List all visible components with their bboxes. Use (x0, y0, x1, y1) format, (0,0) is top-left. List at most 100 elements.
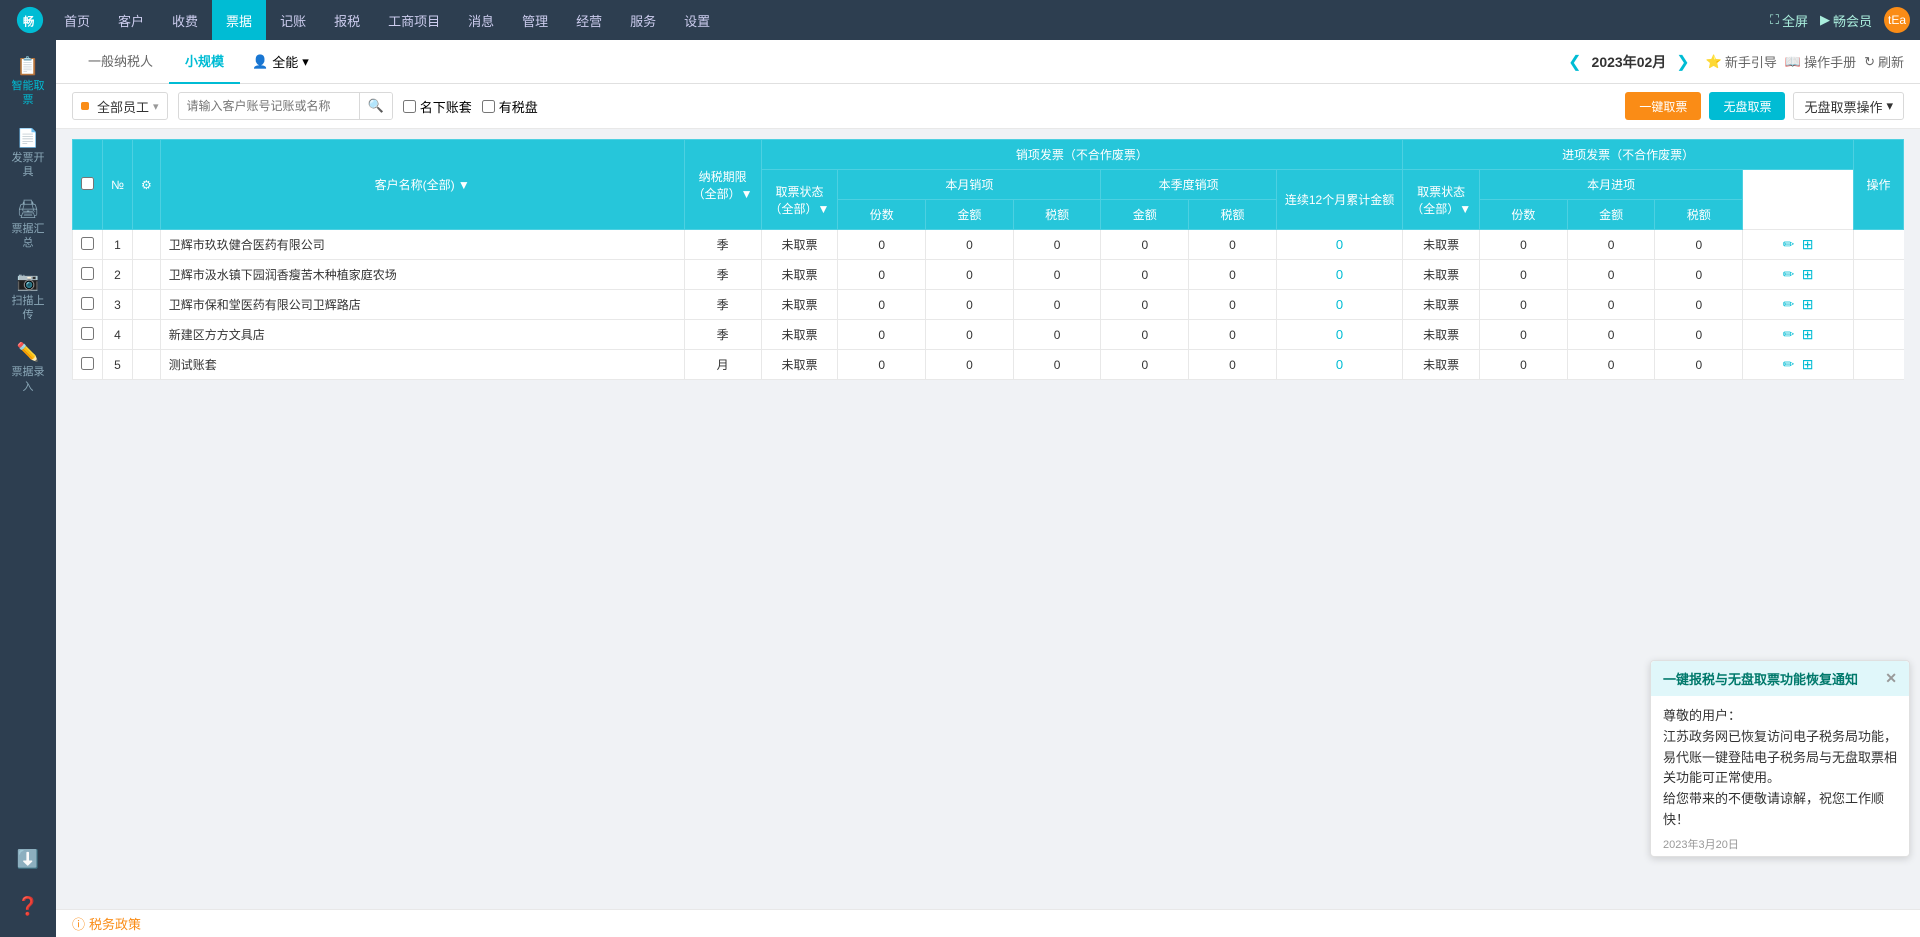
refresh-icon: ↻ (1864, 54, 1875, 70)
employee-select[interactable]: 全部员工 ▾ (72, 92, 168, 120)
12month-link[interactable]: 0 (1336, 357, 1343, 372)
more-icon[interactable]: ⊞ (1802, 236, 1814, 252)
refresh-label: 刷新 (1878, 52, 1904, 71)
row-sq-tax: 0 (1189, 290, 1277, 320)
tab-general[interactable]: 一般纳税人 (72, 40, 169, 84)
select-all-checkbox[interactable] (81, 177, 94, 190)
sidebar-item-summary[interactable]: 🖨 票据汇总 (3, 191, 53, 259)
row-sq-amount: 0 (1101, 320, 1189, 350)
row-select-checkbox[interactable] (81, 237, 94, 250)
tab-all-label: 全能 (272, 52, 298, 71)
12month-link[interactable]: 0 (1336, 327, 1343, 342)
sidebar-item-scan[interactable]: 📷 扫描上传 (3, 263, 53, 331)
next-period-btn[interactable]: ❯ (1676, 52, 1689, 72)
row-checkbox[interactable] (73, 260, 103, 290)
my-accounts-checkbox-label[interactable]: 名下账套 (403, 97, 472, 116)
member-btn[interactable]: ▶ 畅会员 (1820, 11, 1872, 30)
person-icon: 👤 (252, 54, 268, 70)
tax-disk-checkbox[interactable] (482, 100, 495, 113)
edit-icon[interactable]: ✏ (1783, 266, 1795, 282)
nav-billing[interactable]: 收费 (158, 0, 212, 40)
fullscreen-btn[interactable]: ⛶ 全屏 (1770, 11, 1808, 30)
nav-service[interactable]: 服务 (616, 0, 670, 40)
row-checkbox[interactable] (73, 350, 103, 380)
col-pm-amount: 金额 (1567, 200, 1655, 230)
more-icon[interactable]: ⊞ (1802, 326, 1814, 342)
more-icon[interactable]: ⊞ (1802, 356, 1814, 372)
nav-commerce[interactable]: 工商项目 (374, 0, 454, 40)
search-btn[interactable]: 🔍 (359, 92, 392, 120)
row-12month: 0 (1276, 350, 1402, 380)
row-actions: ✏ ⊞ (1743, 350, 1854, 380)
col-purchase-group-header: 进项发票（不合作废票） (1403, 140, 1854, 170)
col-sales-status-header: 取票状态（全部）▼ (761, 170, 838, 230)
sidebar-item-issue[interactable]: 📄 发票开具 (3, 120, 53, 188)
row-select-checkbox[interactable] (81, 357, 94, 370)
row-settings (133, 290, 161, 320)
search-input[interactable] (179, 99, 359, 113)
one-click-fetch-btn[interactable]: 一键取票 (1625, 92, 1701, 120)
row-select-checkbox[interactable] (81, 327, 94, 340)
row-settings (133, 320, 161, 350)
row-settings (133, 350, 161, 380)
sidebar-download[interactable]: ⬇️ (3, 841, 53, 880)
row-client: 卫辉市玖玖健合医药有限公司 (160, 230, 684, 260)
notification-close-btn[interactable]: ✕ (1885, 670, 1897, 687)
edit-icon[interactable]: ✏ (1783, 356, 1795, 372)
more-operations-btn[interactable]: 无盘取票操作 ▾ (1793, 92, 1904, 120)
select-dot (81, 102, 89, 110)
edit-icon[interactable]: ✏ (1783, 296, 1795, 312)
row-actions: ✏ ⊞ (1743, 320, 1854, 350)
row-sq-tax: 0 (1189, 350, 1277, 380)
prev-period-btn[interactable]: ❮ (1568, 52, 1581, 72)
new-guide-btn[interactable]: ⭐ 新手引导 (1706, 52, 1777, 71)
nav-invoice[interactable]: 票据 (212, 0, 266, 40)
nav-bookkeeping[interactable]: 记账 (266, 0, 320, 40)
row-select-checkbox[interactable] (81, 267, 94, 280)
sidebar-help[interactable]: ❓ (3, 888, 53, 927)
col-pm-count: 份数 (1480, 200, 1568, 230)
col-operations-header: 操作 (1854, 140, 1904, 230)
12month-link[interactable]: 0 (1336, 267, 1343, 282)
no-disk-fetch-btn[interactable]: 无盘取票 (1709, 92, 1785, 120)
nav-tax[interactable]: 报税 (320, 0, 374, 40)
12month-link[interactable]: 0 (1336, 297, 1343, 312)
row-checkbox[interactable] (73, 230, 103, 260)
nav-message[interactable]: 消息 (454, 0, 508, 40)
table-row: 2 卫辉市汲水镇下园润香瘦苦木种植家庭农场 季 未取票 0 0 0 0 0 0 … (73, 260, 1904, 290)
notification-title: 一键报税与无盘取票功能恢复通知 (1663, 669, 1858, 688)
tax-disk-checkbox-label[interactable]: 有税盘 (482, 97, 538, 116)
row-select-checkbox[interactable] (81, 297, 94, 310)
row-sm-amount: 0 (926, 230, 1014, 260)
12month-link[interactable]: 0 (1336, 237, 1343, 252)
nav-right: ⛶ 全屏 ▶ 畅会员 tEa (1770, 7, 1910, 33)
row-purchase-status: 未取票 (1403, 230, 1480, 260)
tab-small[interactable]: 小规模 (169, 40, 240, 84)
sidebar-item-entry[interactable]: ✏️ 票据录入 (3, 334, 53, 402)
question-icon: ⭐ (1706, 54, 1722, 70)
edit-icon[interactable]: ✏ (1783, 326, 1795, 342)
row-tax-period: 季 (684, 290, 761, 320)
row-pm-tax: 0 (1655, 260, 1743, 290)
nav-client[interactable]: 客户 (104, 0, 158, 40)
manual-btn[interactable]: 📖 操作手册 (1785, 52, 1856, 71)
nav-home[interactable]: 首页 (50, 0, 104, 40)
my-accounts-checkbox[interactable] (403, 100, 416, 113)
more-icon[interactable]: ⊞ (1802, 296, 1814, 312)
tab-all[interactable]: 👤 全能 ▾ (240, 52, 321, 71)
nav-settings[interactable]: 设置 (670, 0, 724, 40)
tax-policy-link[interactable]: ⓘ 税务政策 (72, 914, 141, 933)
avatar[interactable]: tEa (1884, 7, 1910, 33)
sidebar-item-issue-label: 发票开具 (7, 151, 49, 180)
table-wrap: № ⚙ 客户名称(全部) ▼ 纳税期限（全部）▼ 销项发票（不合作废票） 进项发… (56, 129, 1920, 909)
nav-management[interactable]: 管理 (508, 0, 562, 40)
fullscreen-label: 全屏 (1782, 11, 1808, 30)
nav-operation[interactable]: 经营 (562, 0, 616, 40)
refresh-btn[interactable]: ↻ 刷新 (1864, 52, 1904, 71)
sidebar-item-smart-fetch[interactable]: 📋 智能取票 (3, 48, 53, 116)
row-checkbox[interactable] (73, 290, 103, 320)
edit-icon[interactable]: ✏ (1783, 236, 1795, 252)
more-icon[interactable]: ⊞ (1802, 266, 1814, 282)
table-row: 5 测试账套 月 未取票 0 0 0 0 0 0 未取票 0 0 0 ✏ ⊞ (73, 350, 1904, 380)
row-checkbox[interactable] (73, 320, 103, 350)
